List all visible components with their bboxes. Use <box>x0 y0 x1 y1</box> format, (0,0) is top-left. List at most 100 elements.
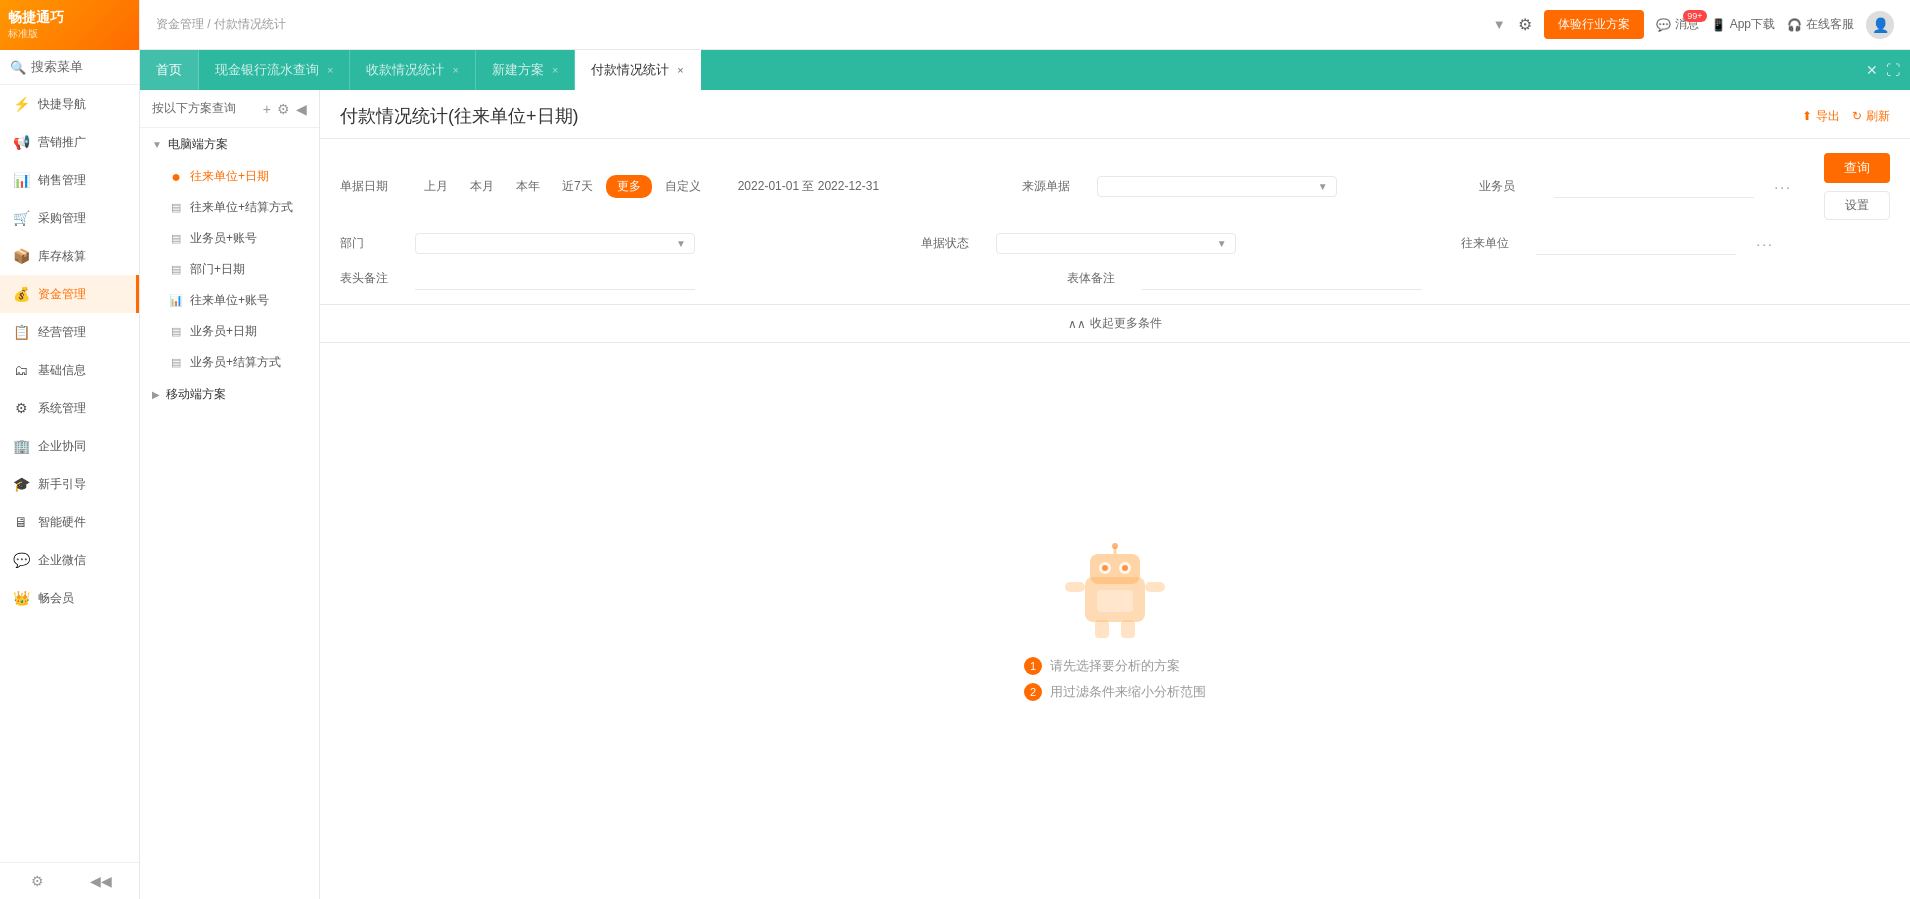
scheme-item-dept-date[interactable]: ▤ 部门+日期 <box>140 254 319 285</box>
scheme-group-mobile-header[interactable]: ▶ 移动端方案 <box>140 378 319 411</box>
marketing-icon: 📢 <box>12 133 30 151</box>
dept-select[interactable]: ▼ <box>415 233 695 254</box>
app-download-button[interactable]: 📱 App下载 <box>1711 16 1775 33</box>
sidebar-item-wechat[interactable]: 💬 企业微信 <box>0 541 139 579</box>
sidebar-item-purchase[interactable]: 🛒 采购管理 <box>0 199 139 237</box>
export-icon: ⬆ <box>1802 109 1812 123</box>
date-btn-last-month[interactable]: 上月 <box>415 175 457 198</box>
sidebar-item-basic-info[interactable]: 🗂 基础信息 <box>0 351 139 389</box>
tab-receipt-stats-label: 收款情况统计 <box>366 61 444 79</box>
sidebar-item-guide[interactable]: 🎓 新手引导 <box>0 465 139 503</box>
query-button[interactable]: 查询 <box>1824 153 1890 183</box>
scheme-item-unit-date[interactable]: ● 往来单位+日期 <box>140 161 319 192</box>
date-btn-this-year[interactable]: 本年 <box>507 175 549 198</box>
svg-rect-9 <box>1145 582 1165 592</box>
tab-receipt-stats[interactable]: 收款情况统计 × <box>350 50 475 90</box>
doc-status-dropdown-icon: ▼ <box>1217 238 1227 249</box>
tab-expand-button[interactable]: ⛶ <box>1886 62 1900 78</box>
try-industry-button[interactable]: 体验行业方案 <box>1544 10 1644 39</box>
source-select[interactable]: ▼ <box>1097 176 1337 197</box>
filter-settings-button[interactable]: 设置 <box>1824 191 1890 220</box>
collapse-more-bar[interactable]: ∧∧ 收起更多条件 <box>320 305 1910 343</box>
tab-bank-flow-close[interactable]: × <box>327 64 333 76</box>
sidebar-item-marketing[interactable]: 📢 营销推广 <box>0 123 139 161</box>
scheme-settings-button[interactable]: ⚙ <box>277 101 290 117</box>
scheme-group-desktop-header[interactable]: ▼ 电脑端方案 <box>140 128 319 161</box>
sidebar-item-funds[interactable]: 💰 资金管理 <box>0 275 139 313</box>
sidebar-item-label: 经营管理 <box>38 324 86 341</box>
tab-home[interactable]: 首页 <box>140 50 199 90</box>
staff-input[interactable] <box>1554 175 1754 198</box>
collapse-more-label: 收起更多条件 <box>1090 315 1162 332</box>
sidebar-item-sales[interactable]: 📊 销售管理 <box>0 161 139 199</box>
doc-status-select[interactable]: ▼ <box>996 233 1236 254</box>
avatar-icon: 👤 <box>1872 17 1889 33</box>
staff-dots[interactable]: ··· <box>1774 179 1792 195</box>
tab-new-scheme-close[interactable]: × <box>552 64 558 76</box>
sidebar-item-operations[interactable]: 📋 经营管理 <box>0 313 139 351</box>
refresh-button[interactable]: ↻ 刷新 <box>1852 108 1890 125</box>
sidebar-item-enterprise[interactable]: 🏢 企业协同 <box>0 427 139 465</box>
notification-button[interactable]: 💬 消息 99+ <box>1656 16 1699 33</box>
system-icon: ⚙ <box>12 399 30 417</box>
partner-input[interactable] <box>1536 232 1736 255</box>
topbar-actions: ⚙ 体验行业方案 💬 消息 99+ 📱 App下载 🎧 在线客服 👤 <box>1518 10 1894 39</box>
tab-receipt-stats-close[interactable]: × <box>452 64 458 76</box>
svg-rect-10 <box>1095 620 1109 638</box>
partner-label: 往来单位 <box>1461 235 1516 252</box>
sidebar-search[interactable]: 🔍 搜索菜单 <box>0 50 139 85</box>
inventory-icon: 📦 <box>12 247 30 265</box>
scheme-add-button[interactable]: + <box>263 101 271 117</box>
hardware-icon: 🖥 <box>12 513 30 531</box>
app-download-label: App下载 <box>1730 16 1775 33</box>
sidebar-item-label: 资金管理 <box>38 286 86 303</box>
online-service-button[interactable]: 🎧 在线客服 <box>1787 16 1854 33</box>
sidebar-item-system[interactable]: ⚙ 系统管理 <box>0 389 139 427</box>
topbar-dropdown-icon[interactable]: ▼ <box>1493 17 1506 32</box>
scheme-item-unit-settle[interactable]: ▤ 往来单位+结算方式 <box>140 192 319 223</box>
sidebar-item-quick-nav[interactable]: ⚡ 快捷导航 <box>0 85 139 123</box>
tab-payment-stats-close[interactable]: × <box>677 64 683 76</box>
tab-home-label: 首页 <box>156 61 182 79</box>
sidebar-collapse-button[interactable]: ◀◀ <box>74 873 130 889</box>
page-header-actions: ⬆ 导出 ↻ 刷新 <box>1802 108 1890 125</box>
scheme-item-label: 业务员+结算方式 <box>190 354 281 371</box>
sidebar-item-vip[interactable]: 👑 畅会员 <box>0 579 139 617</box>
scheme-group-mobile-arrow: ▶ <box>152 389 160 400</box>
sidebar-item-inventory[interactable]: 📦 库存核算 <box>0 237 139 275</box>
date-btn-more[interactable]: 更多 <box>606 175 652 198</box>
scheme-collapse-button[interactable]: ◀ <box>296 101 307 117</box>
tab-bank-flow[interactable]: 现金银行流水查询 × <box>199 50 350 90</box>
table-header-input[interactable] <box>415 267 695 290</box>
tabs-end: ✕ ⛶ <box>1866 62 1910 78</box>
tab-close-all-button[interactable]: ✕ <box>1866 62 1878 78</box>
topbar-settings-icon[interactable]: ⚙ <box>1518 15 1532 34</box>
filter-row-1: 单据日期 上月 本月 本年 近7天 更多 自定义 2022-01-01 至 20… <box>340 153 1890 220</box>
scheme-item-staff-account[interactable]: ▤ 业务员+账号 <box>140 223 319 254</box>
sidebar-logo: 畅捷通巧 <box>8 9 64 27</box>
notification-icon: 💬 <box>1656 18 1671 32</box>
date-btn-this-month[interactable]: 本月 <box>461 175 503 198</box>
user-avatar[interactable]: 👤 <box>1866 11 1894 39</box>
tip-num-1: 1 <box>1024 657 1042 675</box>
partner-dots[interactable]: ··· <box>1756 236 1774 252</box>
tab-new-scheme[interactable]: 新建方案 × <box>476 50 575 90</box>
scheme-group-label: 电脑端方案 <box>168 136 228 153</box>
scheme-item-staff-settle[interactable]: ▤ 业务员+结算方式 <box>140 347 319 378</box>
date-btn-7days[interactable]: 近7天 <box>553 175 602 198</box>
scheme-item-staff-date[interactable]: ▤ 业务员+日期 <box>140 316 319 347</box>
sidebar-settings-button[interactable]: ⚙ <box>10 873 66 889</box>
export-button[interactable]: ⬆ 导出 <box>1802 108 1840 125</box>
scheme-item-icon: ▤ <box>168 231 184 247</box>
date-btn-custom[interactable]: 自定义 <box>656 175 710 198</box>
tab-payment-stats[interactable]: 付款情况统计 × <box>575 50 700 90</box>
table-body-input[interactable] <box>1142 267 1422 290</box>
sidebar-item-label: 基础信息 <box>38 362 86 379</box>
page-header: 付款情况统计(往来单位+日期) ⬆ 导出 ↻ 刷新 <box>320 90 1910 139</box>
empty-tip-2-text: 用过滤条件来缩小分析范围 <box>1050 683 1206 701</box>
filter-area: 单据日期 上月 本月 本年 近7天 更多 自定义 2022-01-01 至 20… <box>320 139 1910 305</box>
scheme-item-unit-account[interactable]: 📊 往来单位+账号 <box>140 285 319 316</box>
scheme-group-desktop: ▼ 电脑端方案 ● 往来单位+日期 ▤ 往来单位+结算方式 ▤ 业务员+账号 ▤ <box>140 128 319 378</box>
sidebar-item-hardware[interactable]: 🖥 智能硬件 <box>0 503 139 541</box>
sidebar-item-label: 系统管理 <box>38 400 86 417</box>
